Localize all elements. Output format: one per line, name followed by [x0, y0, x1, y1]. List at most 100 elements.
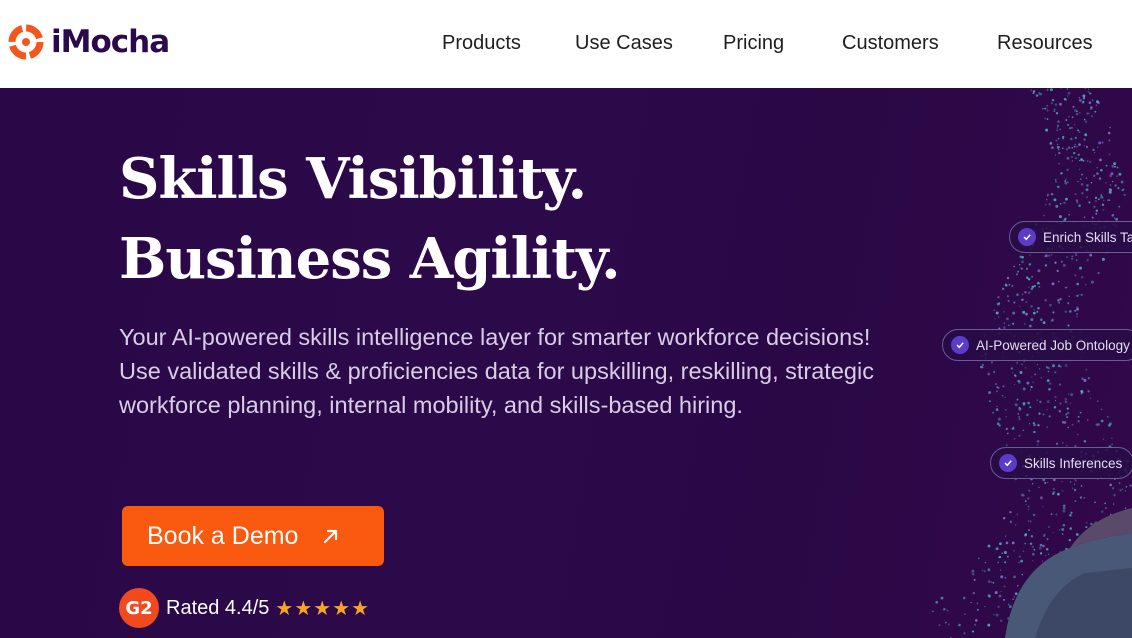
particle-dot	[1030, 385, 1033, 389]
particle-dot	[1025, 267, 1029, 270]
particle-dot	[1078, 98, 1082, 102]
particle-dot	[1028, 263, 1032, 266]
particle-dot	[1108, 153, 1111, 156]
particle-dot	[1042, 413, 1045, 416]
particle-dot	[995, 311, 999, 315]
nav-item-customers[interactable]: Customers	[842, 28, 939, 58]
particle-dot	[1058, 410, 1062, 413]
particle-dot	[1089, 92, 1092, 95]
particle-dot	[1037, 281, 1040, 285]
particle-dot	[1064, 397, 1068, 401]
particle-dot	[1050, 253, 1053, 256]
particle-dot	[1046, 379, 1050, 382]
particle-dot	[932, 610, 934, 613]
particle-dot	[1045, 366, 1049, 369]
particle-dot	[1045, 203, 1047, 206]
particle-dot	[1040, 376, 1043, 379]
particle-dot	[1083, 118, 1086, 121]
particle-dot	[1063, 201, 1066, 205]
particle-dot	[1106, 415, 1109, 418]
particle-dot	[1065, 178, 1067, 180]
particle-dot	[1070, 137, 1073, 141]
particle-dot	[1054, 103, 1058, 106]
particle-dot	[1005, 416, 1007, 418]
particle-dot	[1072, 105, 1075, 109]
particle-dot	[1090, 280, 1094, 284]
book-demo-button[interactable]: Book a Demo	[122, 506, 384, 566]
particle-dot	[1076, 294, 1079, 297]
particle-dot	[1082, 97, 1086, 100]
particle-dot	[1016, 361, 1019, 364]
particle-dot	[1074, 309, 1077, 312]
particle-dot	[1037, 269, 1041, 273]
particle-dot	[1088, 101, 1092, 104]
particle-dot	[1101, 257, 1105, 261]
particle-dot	[1071, 155, 1073, 158]
particle-dot	[1084, 283, 1087, 286]
particle-dot	[1108, 139, 1111, 142]
particle-dot	[1090, 108, 1092, 110]
particle-dot	[1042, 321, 1046, 324]
particle-dot	[1064, 400, 1068, 404]
particle-dot	[1078, 204, 1081, 207]
hero-title-line-2: Business Agility.	[119, 226, 621, 292]
particle-dot	[1116, 166, 1119, 169]
particle-dot	[1079, 411, 1082, 414]
particle-dot	[1077, 433, 1079, 436]
particle-dot	[1101, 203, 1105, 206]
particle-dot	[1067, 123, 1070, 127]
particle-dot	[1086, 184, 1089, 187]
particle-dot	[1064, 180, 1067, 182]
particle-dot	[1027, 401, 1030, 405]
particle-dot	[1071, 255, 1074, 258]
particle-dot	[1019, 264, 1021, 266]
nav-item-pricing[interactable]: Pricing	[723, 28, 784, 58]
particle-dot	[1018, 418, 1021, 421]
particle-dot	[943, 608, 946, 611]
particle-dot	[1098, 141, 1102, 145]
particle-dot	[1087, 377, 1090, 380]
particle-dot	[1028, 324, 1032, 328]
particle-dot	[1077, 420, 1080, 423]
particle-dot	[998, 417, 1001, 421]
particle-dot	[940, 596, 944, 600]
particle-dot	[1074, 136, 1077, 140]
nav-item-products[interactable]: Products	[442, 28, 521, 58]
particle-dot	[1090, 106, 1093, 109]
nav-item-use-cases[interactable]: Use Cases	[575, 28, 673, 58]
particle-dot	[1065, 286, 1068, 289]
nav-item-resources[interactable]: Resources	[997, 28, 1093, 58]
g2-rating[interactable]: G2 Rated 4.4/5 ★★★★★	[119, 588, 370, 628]
particle-dot	[1026, 276, 1029, 279]
particle-dot	[1100, 408, 1103, 411]
particle-dot	[1052, 146, 1054, 148]
particle-dot	[1036, 439, 1040, 443]
particle-dot	[1060, 260, 1063, 263]
particle-dot	[1003, 311, 1005, 313]
particle-dot	[1083, 439, 1087, 443]
particle-dot	[1089, 253, 1093, 257]
particle-dot	[1067, 302, 1070, 305]
particle-dot	[1025, 301, 1028, 304]
particle-dot	[989, 400, 991, 402]
particle-dot	[1046, 194, 1049, 197]
particle-dot	[1002, 385, 1005, 388]
particle-dot	[1107, 131, 1111, 135]
particle-dot	[996, 422, 1000, 425]
particle-dot	[938, 624, 941, 627]
particle-dot	[1047, 193, 1049, 196]
feature-pill-skills-inferences: Skills Inferences	[990, 447, 1132, 479]
particle-dot	[1055, 112, 1059, 115]
particle-dot	[1067, 95, 1069, 97]
particle-dot	[1044, 117, 1046, 119]
particle-dot	[1065, 197, 1068, 201]
particle-dot	[1066, 411, 1070, 415]
particle-dot	[1075, 199, 1079, 202]
particle-dot	[1057, 120, 1060, 123]
particle-dot	[1052, 311, 1055, 314]
particle-dot	[979, 365, 983, 369]
particle-dot	[1086, 160, 1089, 162]
particle-dot	[1066, 407, 1069, 410]
particle-dot	[1081, 377, 1084, 380]
particle-dot	[1075, 306, 1079, 309]
